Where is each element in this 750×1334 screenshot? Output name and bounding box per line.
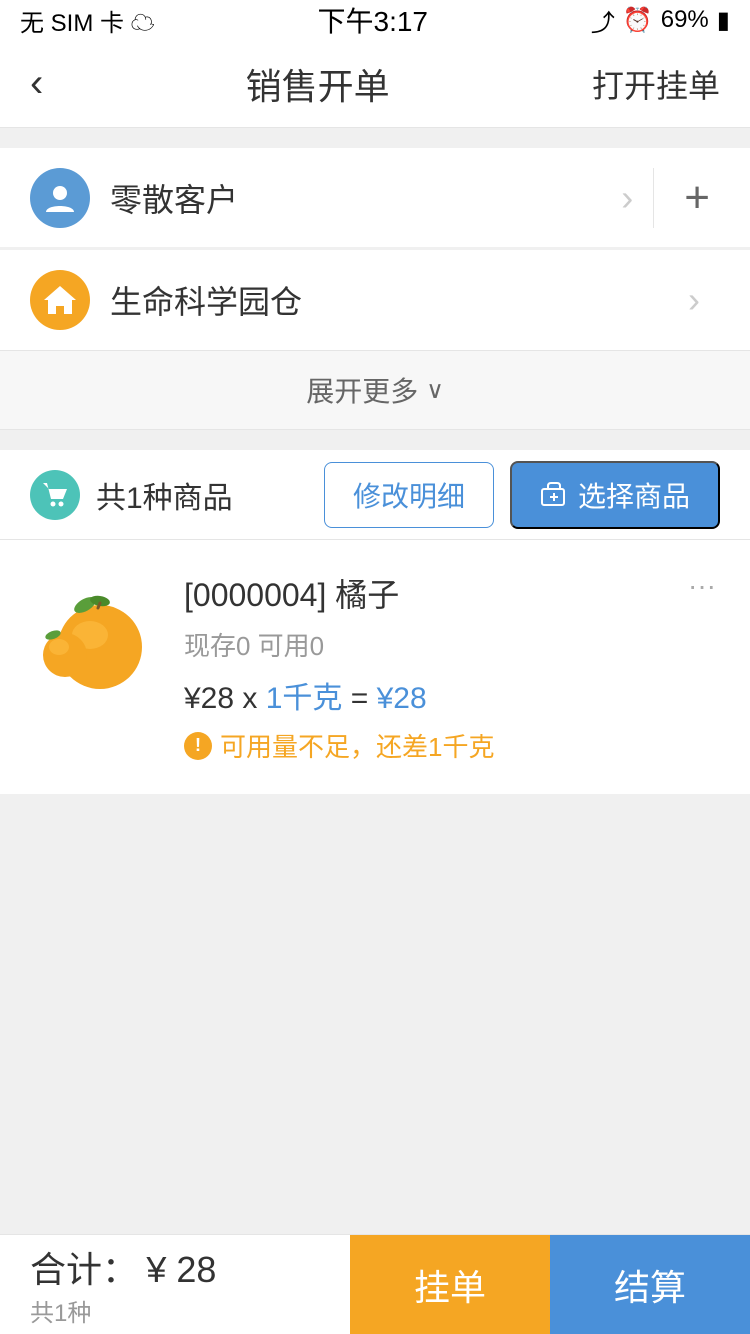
- add-cart-icon: [540, 481, 568, 509]
- user-icon: [42, 180, 78, 216]
- cart-icon: [41, 481, 69, 509]
- back-button[interactable]: ‹: [30, 61, 43, 106]
- expand-more-text: 展开更多: [306, 370, 418, 410]
- expand-arrow-icon: ∨: [426, 376, 444, 405]
- total-amount: 合计： ¥ 28: [30, 1241, 320, 1293]
- product-header: 共1种商品 修改明细 选择商品: [0, 450, 750, 540]
- product-warning: ! 可用量不足，还差1千克: [184, 727, 684, 764]
- customer-name: 零散客户: [110, 175, 621, 221]
- product-image: [30, 570, 160, 700]
- warehouse-icon: [30, 270, 90, 330]
- bottom-bar: 合计： ¥ 28 共1种 挂单 结算: [0, 1234, 750, 1334]
- customer-chevron-icon: ›: [621, 177, 633, 219]
- add-customer-button[interactable]: +: [674, 173, 720, 223]
- product-count-icon: [30, 470, 80, 520]
- nav-bar: ‹ 销售开单 打开挂单: [0, 40, 750, 128]
- price-total: ¥28: [377, 682, 427, 715]
- checkout-button[interactable]: 结算: [550, 1235, 750, 1334]
- main-content-area: [0, 795, 750, 1295]
- warning-icon: !: [184, 732, 212, 760]
- product-title-text: 橘子: [335, 577, 399, 613]
- warehouse-chevron-icon: ›: [688, 279, 700, 321]
- modify-detail-button[interactable]: 修改明细: [324, 462, 494, 528]
- product-count-text: 共1种商品: [96, 473, 324, 517]
- price-qty: 1千克: [266, 682, 343, 715]
- price-base: ¥28 x: [184, 682, 266, 715]
- product-item: [0000004] 橘子 现存0 可用0 ¥28 x 1千克 = ¥28 ! 可…: [0, 540, 750, 795]
- select-product-label: 选择商品: [578, 475, 690, 515]
- alarm-icon: ⏰: [623, 6, 653, 35]
- divider: [653, 168, 654, 228]
- location-icon: ⤴: [591, 3, 615, 38]
- customer-icon: [30, 168, 90, 228]
- home-icon: [42, 282, 78, 318]
- warehouse-row[interactable]: 生命科学园仓 ›: [0, 250, 750, 350]
- open-hang-button[interactable]: 打开挂单: [592, 61, 720, 107]
- warning-text: 可用量不足，还差1千克: [220, 727, 494, 764]
- separator-3: [0, 430, 750, 450]
- product-stock: 现存0 可用0: [184, 626, 684, 663]
- product-info: [0000004] 橘子 现存0 可用0 ¥28 x 1千克 = ¥28 ! 可…: [184, 570, 684, 764]
- product-price: ¥28 x 1千克 = ¥28: [184, 673, 684, 717]
- product-code: [0000004]: [184, 577, 326, 613]
- total-count: 共1种: [30, 1293, 320, 1328]
- customer-row[interactable]: 零散客户 › +: [0, 148, 750, 248]
- warehouse-name: 生命科学园仓: [110, 277, 688, 323]
- total-label: 合计：: [30, 1249, 138, 1290]
- battery-icon: ▮: [717, 6, 730, 35]
- separator-1: [0, 128, 750, 148]
- status-bar: 无 SIM 卡 ☁ 下午3:17 ⤴ ⏰ 69% ▮: [0, 0, 750, 40]
- status-right: ⤴ ⏰ 69% ▮: [591, 3, 730, 38]
- sim-status: 无 SIM 卡 ☁: [20, 3, 155, 38]
- select-product-button[interactable]: 选择商品: [510, 461, 720, 529]
- total-value: ¥ 28: [146, 1249, 216, 1290]
- hang-order-button[interactable]: 挂单: [350, 1235, 550, 1334]
- more-options-button[interactable]: ···: [684, 570, 720, 602]
- price-equals: =: [342, 682, 376, 715]
- status-time: 下午3:17: [318, 0, 429, 40]
- battery-level: 69%: [661, 6, 709, 34]
- orange-image: [35, 575, 155, 695]
- status-left: 无 SIM 卡 ☁: [20, 3, 155, 38]
- page-title: 销售开单: [246, 58, 390, 110]
- expand-more-button[interactable]: 展开更多 ∨: [0, 350, 750, 430]
- product-name: [0000004] 橘子: [184, 570, 684, 616]
- total-section: 合计： ¥ 28 共1种: [0, 1235, 350, 1334]
